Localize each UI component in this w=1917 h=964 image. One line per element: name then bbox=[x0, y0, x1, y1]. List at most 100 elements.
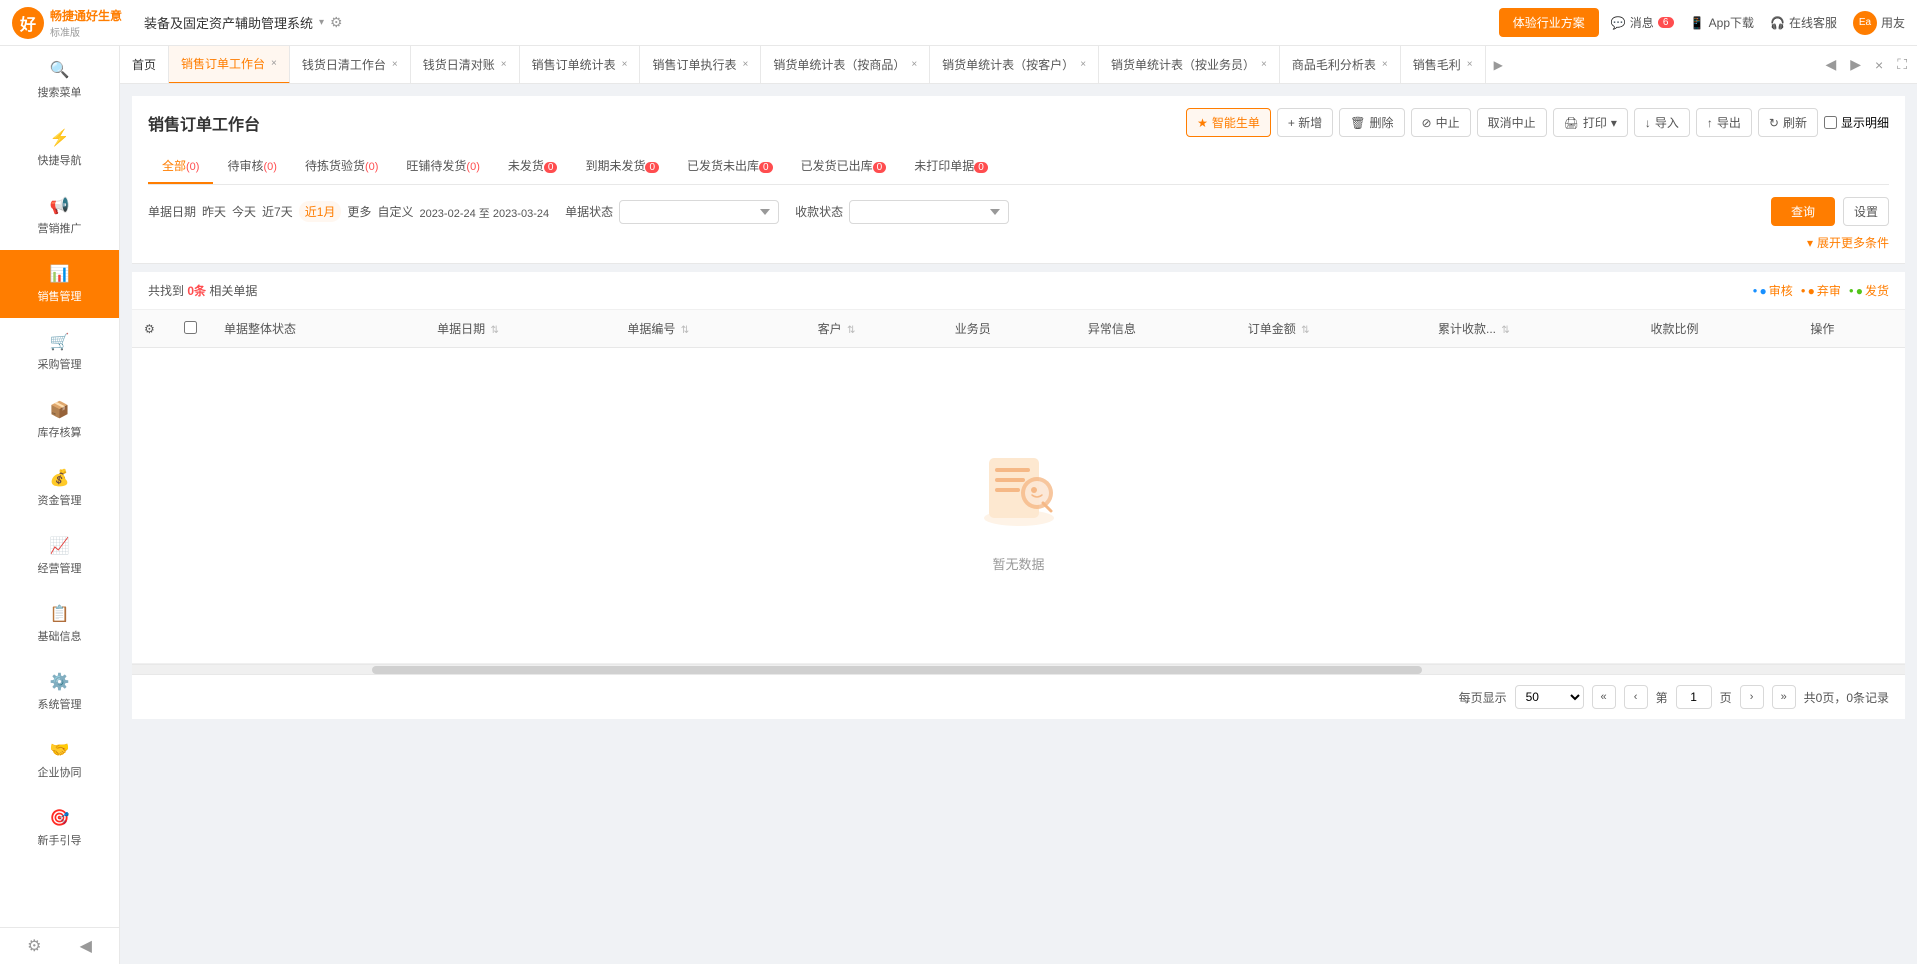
col-customer[interactable]: 客户 ⇅ bbox=[806, 310, 943, 348]
filter-tab-not-shipped[interactable]: 未发货0 bbox=[494, 149, 572, 184]
sidebar-item-quick[interactable]: ⚡ 快捷导航 bbox=[0, 114, 119, 182]
prev-page-button[interactable]: ‹ bbox=[1624, 685, 1648, 709]
system-title-chevron-icon[interactable]: ▾ bbox=[319, 17, 324, 28]
filter-date-7days[interactable]: 近7天 bbox=[262, 203, 293, 220]
col-date[interactable]: 单据日期 ⇅ bbox=[425, 310, 615, 348]
expand-more-button[interactable]: ▾ 展开更多条件 bbox=[1807, 234, 1889, 251]
import-button[interactable]: ↓ 导入 bbox=[1634, 108, 1690, 137]
sidebar-item-enterprise[interactable]: 🤝 企业协同 bbox=[0, 726, 119, 794]
settings-filter-button[interactable]: 设置 bbox=[1843, 197, 1889, 226]
first-page-button[interactable]: « bbox=[1592, 685, 1616, 709]
filter-payment-select[interactable] bbox=[849, 200, 1009, 224]
tab-sales-summary-customer[interactable]: 销货单统计表（按客户） × bbox=[930, 46, 1099, 84]
discard-dot-icon: ● bbox=[1808, 284, 1815, 298]
col-number[interactable]: 单据编号 ⇅ bbox=[615, 310, 805, 348]
stop-button[interactable]: ⊘ 中止 bbox=[1411, 108, 1471, 137]
filter-date-custom[interactable]: 自定义 bbox=[377, 203, 413, 220]
filter-tab-shipped-out[interactable]: 已发货已出库0 bbox=[787, 149, 901, 184]
smart-create-button[interactable]: ★ 智能生单 bbox=[1186, 108, 1271, 137]
filter-tab-pending-inspect[interactable]: 待拣货验货(0) bbox=[291, 149, 392, 184]
messages-button[interactable]: 💬 消息 6 bbox=[1611, 14, 1674, 31]
refresh-button[interactable]: ↻ 刷新 bbox=[1758, 108, 1818, 137]
query-button[interactable]: 查询 bbox=[1771, 197, 1835, 226]
sidebar-item-system[interactable]: ⚙️ 系统管理 bbox=[0, 658, 119, 726]
cancel-stop-button[interactable]: 取消中止 bbox=[1477, 108, 1547, 137]
sidebar-item-marketing[interactable]: 📢 营销推广 bbox=[0, 182, 119, 250]
col-collected[interactable]: 累计收款... ⇅ bbox=[1426, 310, 1638, 348]
tab-sales-summary-staff[interactable]: 销货单统计表（按业务员） × bbox=[1099, 46, 1280, 84]
export-button[interactable]: ↑ 导出 bbox=[1696, 108, 1752, 137]
app-download-button[interactable]: 📱 App下载 bbox=[1690, 14, 1754, 31]
collapse-icon[interactable]: ◀ bbox=[80, 936, 92, 956]
settings-bottom-icon[interactable]: ⚙ bbox=[27, 936, 41, 956]
col-amount[interactable]: 订单金额 ⇅ bbox=[1236, 310, 1426, 348]
sidebar-item-basic[interactable]: 📋 基础信息 bbox=[0, 590, 119, 658]
sidebar-item-finance[interactable]: 💰 资金管理 bbox=[0, 454, 119, 522]
filter-tab-all[interactable]: 全部(0) bbox=[148, 149, 213, 184]
industry-solution-button[interactable]: 体验行业方案 bbox=[1499, 8, 1599, 37]
delete-button[interactable]: 🗑 删除 bbox=[1339, 108, 1404, 137]
ship-action-link[interactable]: ● 发货 bbox=[1849, 282, 1889, 299]
settings-icon[interactable]: ⚙ bbox=[330, 14, 343, 31]
page-number-input[interactable] bbox=[1676, 685, 1712, 709]
online-service-button[interactable]: 🎧 在线客服 bbox=[1770, 14, 1837, 31]
tab-close-all-icon[interactable]: × bbox=[1869, 55, 1889, 75]
discard-action-link[interactable]: ● 弃审 bbox=[1801, 282, 1841, 299]
filter-tab-shipped-not-out[interactable]: 已发货未出库0 bbox=[673, 149, 787, 184]
show-detail-toggle[interactable]: 显示明细 bbox=[1824, 114, 1889, 131]
sidebar-item-purchase[interactable]: 🛒 采购管理 bbox=[0, 318, 119, 386]
tab-sales-summary-customer-close-icon[interactable]: × bbox=[1080, 59, 1086, 70]
tab-sales-exec-close-icon[interactable]: × bbox=[742, 59, 748, 70]
tab-sales-profit[interactable]: 销售毛利 × bbox=[1401, 46, 1486, 84]
col-settings[interactable]: ⚙ bbox=[132, 310, 172, 348]
horizontal-scrollbar[interactable] bbox=[132, 664, 1905, 674]
tab-cash-daily-close-icon[interactable]: × bbox=[392, 59, 398, 70]
tab-home[interactable]: 首页 bbox=[120, 46, 169, 84]
show-detail-checkbox[interactable] bbox=[1824, 116, 1837, 129]
last-page-button[interactable]: » bbox=[1772, 685, 1796, 709]
tab-sales-summary-product-close-icon[interactable]: × bbox=[911, 59, 917, 70]
tab-cash-daily[interactable]: 钱货日清工作台 × bbox=[290, 46, 411, 84]
user-area[interactable]: Ea 用友 bbox=[1853, 11, 1905, 35]
filter-tab-wangpu[interactable]: 旺铺待发货(0) bbox=[392, 149, 493, 184]
tab-sales-stats-close-icon[interactable]: × bbox=[622, 59, 628, 70]
tab-action-prev-icon[interactable]: ◀ bbox=[1819, 54, 1842, 75]
tab-product-margin-close-icon[interactable]: × bbox=[1382, 59, 1388, 70]
filter-date-1month[interactable]: 近1月 bbox=[299, 201, 342, 222]
tab-sales-summary-staff-close-icon[interactable]: × bbox=[1261, 59, 1267, 70]
filter-date-more[interactable]: 更多 bbox=[347, 203, 371, 220]
tab-sales-summary-product[interactable]: 销货单统计表（按商品） × bbox=[761, 46, 930, 84]
add-button[interactable]: + 新增 bbox=[1277, 108, 1333, 137]
tab-cash-reconcile[interactable]: 钱货日清对账 × bbox=[411, 46, 520, 84]
per-page-select[interactable]: 10 20 50 100 bbox=[1515, 685, 1584, 709]
sidebar-item-guide[interactable]: 🎯 新手引导 bbox=[0, 794, 119, 862]
print-dropdown-icon[interactable]: ▾ bbox=[1611, 116, 1617, 130]
print-button[interactable]: 🖨 打印 ▾ bbox=[1553, 108, 1628, 137]
audit-action-link[interactable]: ● 审核 bbox=[1753, 282, 1793, 299]
tab-sales-exec[interactable]: 销售订单执行表 × bbox=[640, 46, 761, 84]
tab-product-margin[interactable]: 商品毛利分析表 × bbox=[1280, 46, 1401, 84]
sidebar-item-sales[interactable]: 📊 销售管理 bbox=[0, 250, 119, 318]
tab-sales-workbench-close-icon[interactable]: × bbox=[271, 58, 277, 69]
tab-cash-reconcile-close-icon[interactable]: × bbox=[501, 59, 507, 70]
sidebar-item-operations[interactable]: 📈 经营管理 bbox=[0, 522, 119, 590]
tab-maximize-icon[interactable]: ⛶ bbox=[1891, 54, 1913, 75]
filter-tab-pending[interactable]: 待审核(0) bbox=[213, 149, 290, 184]
scroll-thumb[interactable] bbox=[372, 666, 1422, 674]
tab-sales-stats[interactable]: 销售订单统计表 × bbox=[520, 46, 641, 84]
filter-status-select[interactable] bbox=[619, 200, 779, 224]
sidebar-item-search[interactable]: 🔍 搜索菜单 bbox=[0, 46, 119, 114]
filter-date-today[interactable]: 今天 bbox=[232, 203, 256, 220]
tab-sales-profit-close-icon[interactable]: × bbox=[1467, 59, 1473, 70]
sidebar-item-inventory[interactable]: 📦 库存核算 bbox=[0, 386, 119, 454]
tab-sales-workbench[interactable]: 销售订单工作台 × bbox=[169, 46, 290, 84]
col-check[interactable] bbox=[172, 310, 212, 348]
settings-col-icon[interactable]: ⚙ bbox=[144, 322, 155, 336]
filter-tab-overdue[interactable]: 到期未发货0 bbox=[571, 149, 673, 184]
next-page-button[interactable]: › bbox=[1740, 685, 1764, 709]
filter-tab-not-printed[interactable]: 未打印单据0 bbox=[900, 149, 1002, 184]
filter-date-yesterday[interactable]: 昨天 bbox=[202, 203, 226, 220]
tab-action-next-icon[interactable]: ▶ bbox=[1844, 54, 1867, 75]
tab-more-button[interactable]: ▶ bbox=[1486, 58, 1511, 72]
select-all-checkbox[interactable] bbox=[184, 321, 197, 334]
